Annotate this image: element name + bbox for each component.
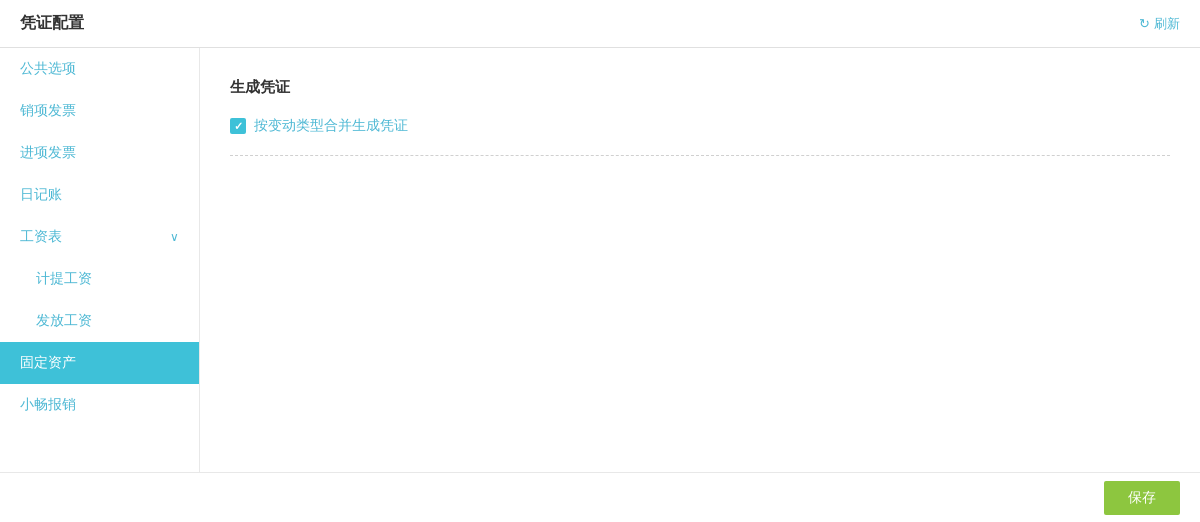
section-title: 生成凭证	[230, 78, 1170, 97]
checkbox-row: 按变动类型合并生成凭证	[230, 117, 1170, 135]
refresh-button[interactable]: ↻ 刷新	[1139, 15, 1180, 33]
sidebar-item-public-options[interactable]: 公共选项	[0, 48, 199, 90]
content-area: 生成凭证 按变动类型合并生成凭证	[200, 48, 1200, 472]
refresh-label: 刷新	[1154, 15, 1180, 33]
chevron-down-icon: ∨	[170, 230, 179, 244]
sidebar-item-label: 计提工资	[36, 270, 92, 288]
sidebar-item-label: 进项发票	[20, 144, 76, 162]
page-wrapper: 凭证配置 ↻ 刷新 公共选项销项发票进项发票日记账工资表 ∨ 计提工资发放工资固定资…	[0, 0, 1200, 522]
save-button[interactable]: 保存	[1104, 481, 1180, 515]
sidebar: 公共选项销项发票进项发票日记账工资表 ∨ 计提工资发放工资固定资产小畅报销	[0, 48, 200, 472]
sidebar-item-label: 小畅报销	[20, 396, 76, 414]
sidebar-item-label: 固定资产	[20, 354, 76, 372]
checkbox-label: 按变动类型合并生成凭证	[254, 117, 408, 135]
sidebar-item-label: 日记账	[20, 186, 62, 204]
main-content: 公共选项销项发票进项发票日记账工资表 ∨ 计提工资发放工资固定资产小畅报销 生成凭证…	[0, 48, 1200, 472]
sidebar-item-journal[interactable]: 日记账	[0, 174, 199, 216]
refresh-icon: ↻	[1139, 16, 1150, 31]
sidebar-item-expense-report[interactable]: 小畅报销	[0, 384, 199, 426]
page-title: 凭证配置	[20, 13, 84, 34]
sidebar-item-payroll-calc[interactable]: 计提工资	[0, 258, 199, 300]
header: 凭证配置 ↻ 刷新	[0, 0, 1200, 48]
sidebar-item-label: 销项发票	[20, 102, 76, 120]
merge-checkbox[interactable]	[230, 118, 246, 134]
sidebar-item-payroll-issue[interactable]: 发放工资	[0, 300, 199, 342]
sidebar-item-sales-invoice[interactable]: 销项发票	[0, 90, 199, 132]
sidebar-item-fixed-assets[interactable]: 固定资产	[0, 342, 199, 384]
sidebar-item-label: 工资表	[20, 228, 62, 246]
sidebar-item-payroll[interactable]: 工资表 ∨	[0, 216, 199, 258]
section-divider	[230, 155, 1170, 156]
sidebar-item-purchase-invoice[interactable]: 进项发票	[0, 132, 199, 174]
footer: 保存	[0, 472, 1200, 522]
sidebar-item-label: 发放工资	[36, 312, 92, 330]
sidebar-item-label: 公共选项	[20, 60, 76, 78]
